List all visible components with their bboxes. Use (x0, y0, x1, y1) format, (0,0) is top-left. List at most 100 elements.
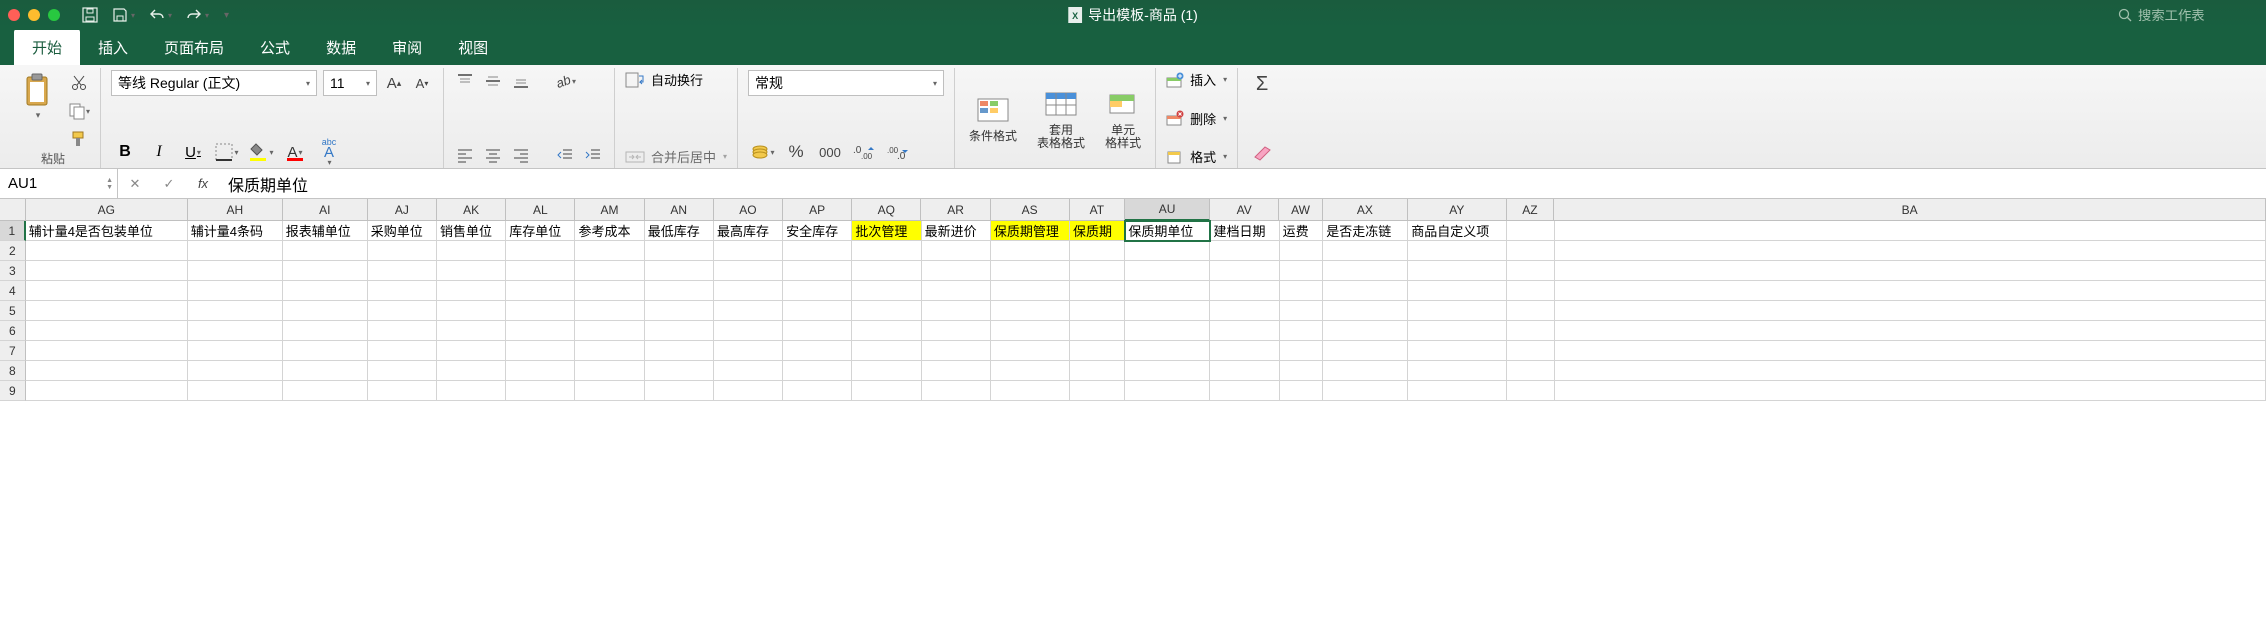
cell-AG7[interactable] (26, 341, 188, 361)
col-header-AT[interactable]: AT (1070, 199, 1125, 221)
col-header-AW[interactable]: AW (1279, 199, 1323, 221)
cell-AG3[interactable] (26, 261, 188, 281)
cell-AI9[interactable] (283, 381, 368, 401)
cell-AL4[interactable] (506, 281, 575, 301)
cell-AV9[interactable] (1210, 381, 1279, 401)
cell-AR4[interactable] (922, 281, 991, 301)
col-header-AP[interactable]: AP (783, 199, 852, 221)
cell-AN4[interactable] (645, 281, 714, 301)
col-header-AN[interactable]: AN (645, 199, 714, 221)
col-header-AO[interactable]: AO (714, 199, 783, 221)
cell-AN7[interactable] (645, 341, 714, 361)
merge-center-button[interactable]: 合并后居中 ▾ (625, 147, 727, 166)
cell-AW9[interactable] (1280, 381, 1324, 401)
cell-AK3[interactable] (437, 261, 506, 281)
cell-BA5[interactable] (1555, 301, 2266, 321)
cell-AZ5[interactable] (1507, 301, 1555, 321)
cell-AH3[interactable] (188, 261, 283, 281)
cell-AR2[interactable] (922, 241, 991, 261)
cell-AY4[interactable] (1408, 281, 1507, 301)
cell-AN3[interactable] (645, 261, 714, 281)
cell-AO1[interactable]: 最高库存 (714, 221, 783, 241)
cell-AP7[interactable] (783, 341, 852, 361)
search-input[interactable] (2138, 8, 2258, 23)
col-header-BA[interactable]: BA (1554, 199, 2266, 221)
cell-AO3[interactable] (714, 261, 783, 281)
cell-AT6[interactable] (1070, 321, 1125, 341)
cell-AP6[interactable] (783, 321, 852, 341)
cell-AI1[interactable]: 报表辅单位 (283, 221, 368, 241)
cell-AU4[interactable] (1125, 281, 1210, 301)
cell-AW7[interactable] (1280, 341, 1324, 361)
col-header-AS[interactable]: AS (991, 199, 1070, 221)
row-header-9[interactable]: 9 (0, 381, 26, 401)
cell-AR7[interactable] (922, 341, 991, 361)
zoom-window[interactable] (48, 9, 60, 21)
cell-AP1[interactable]: 安全库存 (783, 221, 852, 241)
cell-AM5[interactable] (575, 301, 644, 321)
cell-AW3[interactable] (1280, 261, 1324, 281)
row-header-1[interactable]: 1 (0, 221, 26, 241)
col-header-AI[interactable]: AI (283, 199, 368, 221)
row-header-6[interactable]: 6 (0, 321, 26, 341)
cell-AI8[interactable] (283, 361, 368, 381)
phonetic-button[interactable]: abcA▾ (315, 138, 343, 166)
cell-AP9[interactable] (783, 381, 852, 401)
tab-data[interactable]: 数据 (308, 29, 374, 65)
cell-AN6[interactable] (645, 321, 714, 341)
cell-AX2[interactable] (1323, 241, 1408, 261)
cell-AJ8[interactable] (368, 361, 437, 381)
cell-AN5[interactable] (645, 301, 714, 321)
cell-AG4[interactable] (26, 281, 188, 301)
cell-AJ3[interactable] (368, 261, 437, 281)
cell-styles-button[interactable]: 单元 格样式 (1101, 84, 1145, 152)
comma-icon[interactable]: 000 (816, 138, 844, 166)
cell-AQ8[interactable] (852, 361, 921, 381)
cell-AJ2[interactable] (368, 241, 437, 261)
cell-AI6[interactable] (283, 321, 368, 341)
row-header-4[interactable]: 4 (0, 281, 26, 301)
increase-font-icon[interactable]: A▴ (383, 72, 405, 94)
italic-button[interactable]: I (145, 138, 173, 166)
align-top-icon[interactable] (454, 70, 476, 92)
border-button[interactable]: ▾ (213, 138, 241, 166)
autosave-icon[interactable] (82, 7, 98, 23)
copy-icon[interactable]: ▾ (68, 100, 90, 122)
format-as-table-button[interactable]: 套用 表格格式 (1033, 84, 1089, 152)
cell-AX1[interactable]: 是否走冻链 (1323, 221, 1408, 241)
search-box[interactable] (2118, 8, 2258, 23)
orientation-icon[interactable]: ab▾ (554, 70, 576, 92)
cell-AZ8[interactable] (1507, 361, 1555, 381)
cell-AM3[interactable] (575, 261, 644, 281)
cell-AY9[interactable] (1408, 381, 1507, 401)
cell-AJ9[interactable] (368, 381, 437, 401)
cell-AI3[interactable] (283, 261, 368, 281)
cell-AV2[interactable] (1210, 241, 1279, 261)
number-format-combo[interactable]: 常规▾ (748, 70, 944, 96)
cell-AV1[interactable]: 建档日期 (1210, 221, 1279, 241)
cell-AI2[interactable] (283, 241, 368, 261)
row-header-2[interactable]: 2 (0, 241, 26, 261)
cell-AW5[interactable] (1280, 301, 1324, 321)
cell-AV3[interactable] (1210, 261, 1279, 281)
cell-AL9[interactable] (506, 381, 575, 401)
cell-AV6[interactable] (1210, 321, 1279, 341)
col-header-AV[interactable]: AV (1210, 199, 1279, 221)
cell-AZ6[interactable] (1507, 321, 1555, 341)
cell-AP4[interactable] (783, 281, 852, 301)
cell-AK6[interactable] (437, 321, 506, 341)
cell-AY1[interactable]: 商品自定义项 (1408, 221, 1507, 241)
cell-AS7[interactable] (991, 341, 1070, 361)
tab-insert[interactable]: 插入 (80, 29, 146, 65)
cell-AT2[interactable] (1070, 241, 1125, 261)
cell-AQ1[interactable]: 批次管理 (852, 221, 921, 241)
format-painter-icon[interactable] (68, 128, 90, 150)
cell-AX7[interactable] (1323, 341, 1408, 361)
underline-button[interactable]: U▾ (179, 138, 207, 166)
cell-AU7[interactable] (1125, 341, 1210, 361)
cell-AR9[interactable] (922, 381, 991, 401)
align-bottom-icon[interactable] (510, 70, 532, 92)
cell-AQ9[interactable] (852, 381, 921, 401)
cell-AY6[interactable] (1408, 321, 1507, 341)
col-header-AR[interactable]: AR (921, 199, 990, 221)
